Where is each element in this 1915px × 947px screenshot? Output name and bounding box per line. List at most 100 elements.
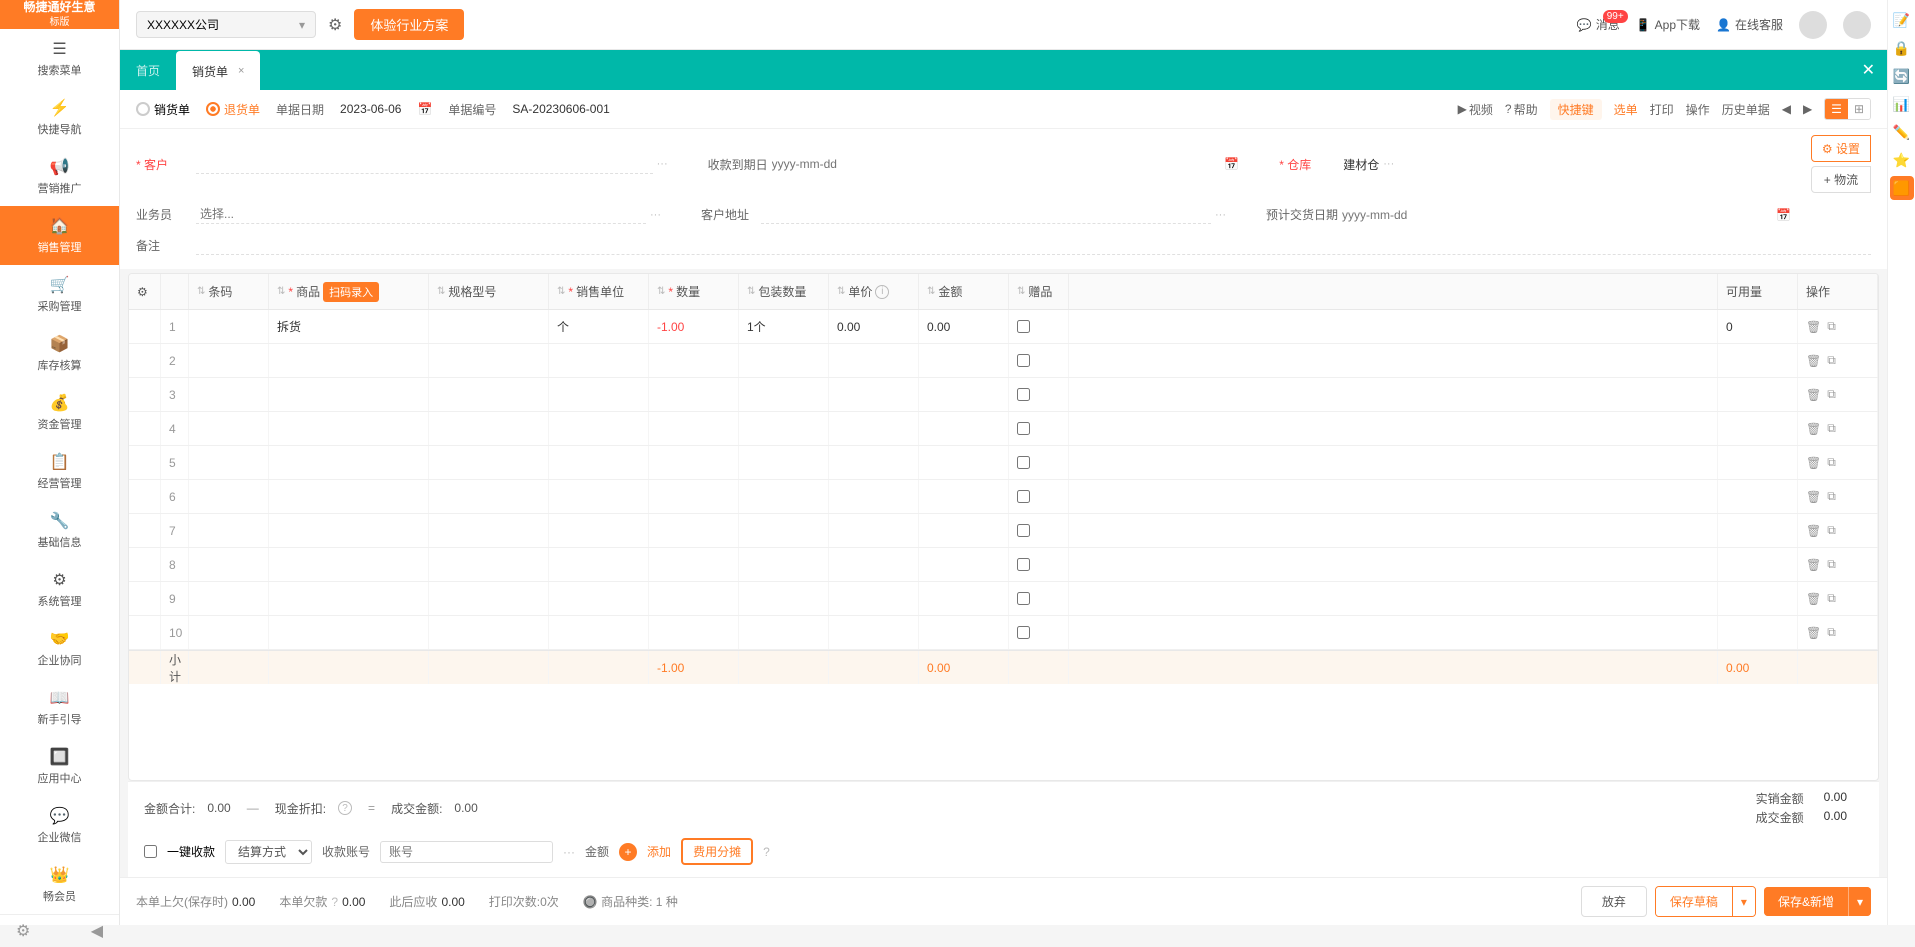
settings-gear-icon[interactable]: ⚙ [328, 15, 342, 35]
prev-btn[interactable]: ◀ [1782, 102, 1791, 116]
sidebar-item-appstore[interactable]: 🔲 应用中心 [0, 737, 119, 796]
sidebar-item-purchase[interactable]: 🛒 采购管理 [0, 265, 119, 324]
th-settings[interactable]: ⚙ [129, 274, 161, 309]
right-panel-icon-1[interactable]: 📝 [1890, 8, 1914, 32]
right-panel-icon-6[interactable]: ⭐ [1890, 148, 1914, 172]
online-service-btn[interactable]: 👤 在线客服 [1716, 16, 1783, 33]
sidebar-item-sales[interactable]: 🏠 销售管理 [0, 206, 119, 265]
history-btn[interactable]: 历史单据 [1722, 101, 1770, 118]
expected-date-input[interactable] [1338, 206, 1772, 224]
user-avatar[interactable] [1799, 11, 1827, 39]
td-gift-1[interactable] [1009, 310, 1069, 343]
payment-help-icon[interactable]: ? [763, 845, 770, 859]
sidebar-item-wechat[interactable]: 💬 企业微信 [0, 796, 119, 855]
sidebar-item-vip[interactable]: 👑 畅会员 [0, 855, 119, 914]
gift-checkbox-1[interactable] [1017, 320, 1030, 333]
abandon-btn[interactable]: 放弃 [1581, 886, 1647, 917]
sidebar-item-guide[interactable]: 📖 新手引导 [0, 678, 119, 737]
balance-help-icon[interactable]: ? [331, 895, 338, 909]
customer-addr-dots[interactable]: ··· [1215, 209, 1226, 221]
copy-icon-2[interactable]: ⧉ [1827, 353, 1836, 368]
list-view-btn[interactable]: ☰ [1825, 99, 1848, 119]
close-all-tabs-btn[interactable]: ✕ [1862, 60, 1887, 80]
settle-method-select[interactable]: 结算方式 [225, 840, 312, 864]
print-btn[interactable]: 打印 [1650, 101, 1674, 118]
draft-btn[interactable]: 保存草稿 [1656, 887, 1732, 916]
fee-split-btn[interactable]: 费用分摊 [681, 838, 753, 865]
td-pkg-1[interactable]: 1个 [739, 310, 829, 343]
tab-close-btn[interactable]: × [238, 65, 244, 77]
due-date-calendar-icon[interactable]: 📅 [1224, 157, 1239, 171]
td-barcode-1[interactable] [189, 310, 269, 343]
sidebar-item-basic[interactable]: 🔧 基础信息 [0, 501, 119, 560]
grid-view-btn[interactable]: ⊞ [1848, 99, 1870, 119]
sidebar-item-marketing[interactable]: 📢 营销推广 [0, 147, 119, 206]
add-payment-btn[interactable]: + [619, 843, 637, 861]
salesperson-dots[interactable]: ··· [650, 209, 661, 221]
sidebar-settings-icon[interactable]: ⚙ [16, 921, 30, 941]
td-spec-1[interactable] [429, 310, 549, 343]
draft-dropdown-btn[interactable]: ▾ [1732, 887, 1755, 916]
sidebar-item-search[interactable]: ☰ 搜索菜单 [0, 29, 119, 88]
customer-addr-input[interactable] [761, 205, 1211, 224]
right-panel-icon-2[interactable]: 🔒 [1890, 36, 1914, 60]
customer-dots[interactable]: ··· [657, 158, 668, 170]
gift-checkbox-3[interactable] [1017, 388, 1030, 401]
gift-checkbox-2[interactable] [1017, 354, 1030, 367]
td-price-1[interactable]: 0.00 [829, 310, 919, 343]
warehouse-dots[interactable]: ··· [1383, 158, 1394, 170]
user-avatar-2[interactable] [1843, 11, 1871, 39]
logistics-btn[interactable]: + 物流+ 物流 [1811, 166, 1871, 193]
td-qty-1[interactable]: -1.00 [649, 310, 739, 343]
salesperson-input[interactable] [196, 205, 646, 224]
product-type-icon[interactable]: 🔘 [583, 895, 598, 909]
customer-input[interactable] [196, 155, 653, 174]
calendar-icon[interactable]: 📅 [417, 102, 432, 116]
sidebar-item-management[interactable]: 📋 经营管理 [0, 442, 119, 501]
next-btn[interactable]: ▶ [1803, 102, 1812, 116]
save-new-dropdown-btn[interactable]: ▾ [1848, 887, 1871, 916]
delete-icon-3[interactable]: 🗑 [1806, 388, 1821, 402]
settings-btn[interactable]: ⚙ ⚙ 设置设置 [1811, 135, 1871, 162]
right-panel-icon-4[interactable]: 📊 [1890, 92, 1914, 116]
td-product-1[interactable]: 拆货 [269, 310, 429, 343]
scan-btn[interactable]: 扫码录入 [323, 282, 379, 302]
payment-dots[interactable]: ··· [563, 845, 575, 859]
radio-sale[interactable]: 销货单 [136, 101, 190, 118]
copy-icon-3[interactable]: ⧉ [1827, 387, 1836, 402]
sidebar-item-inventory[interactable]: 📦 库存核算 [0, 324, 119, 383]
right-panel-icon-5[interactable]: ✏️ [1890, 120, 1914, 144]
one-click-payment-checkbox[interactable] [144, 845, 157, 858]
sidebar-item-quick-nav[interactable]: ⚡ 快捷导航 [0, 88, 119, 147]
trial-btn[interactable]: 体验行业方案 [354, 9, 464, 40]
due-date-input[interactable] [768, 155, 1221, 173]
sidebar-item-system[interactable]: ⚙ 系统管理 [0, 560, 119, 619]
td-amount-1[interactable]: 0.00 [919, 310, 1009, 343]
save-new-btn[interactable]: 保存&新增 [1764, 887, 1848, 916]
tab-home[interactable]: 首页 [120, 50, 176, 90]
app-download-btn[interactable]: 📱 App下载 [1636, 16, 1700, 33]
notes-input[interactable] [196, 236, 1871, 255]
radio-return[interactable]: 退货单 [206, 101, 260, 118]
discount-info-icon[interactable]: ? [338, 801, 352, 815]
right-panel-icon-3[interactable]: 🔄 [1890, 64, 1914, 88]
shortcuts-btn[interactable]: 快捷键 [1550, 99, 1602, 120]
help-btn[interactable]: ? 帮助 [1505, 101, 1538, 118]
sidebar-item-finance[interactable]: 💰 资金管理 [0, 383, 119, 442]
sidebar-item-enterprise[interactable]: 🤝 企业协同 [0, 619, 119, 678]
video-btn[interactable]: ▶ 视频 [1458, 101, 1493, 118]
delete-icon-1[interactable]: 🗑 [1806, 320, 1821, 334]
select-btn[interactable]: 选单 [1614, 101, 1638, 118]
expected-date-calendar-icon[interactable]: 📅 [1776, 208, 1791, 222]
delete-icon-2[interactable]: 🗑 [1806, 354, 1821, 368]
sidebar-collapse-icon[interactable]: ◀ [91, 921, 103, 941]
copy-icon-1[interactable]: ⧉ [1827, 319, 1836, 334]
operate-btn[interactable]: 操作 [1686, 101, 1710, 118]
right-panel-icon-7[interactable]: 🟧 [1890, 176, 1914, 200]
message-btn[interactable]: 💬 消息 99+ [1577, 16, 1620, 33]
tab-sales-order[interactable]: 销货单 × [176, 51, 260, 91]
account-input[interactable] [380, 841, 553, 863]
price-info-icon[interactable]: i [875, 285, 889, 299]
company-select[interactable]: XXXXXX公司 ▾ [136, 11, 316, 38]
td-unit-1[interactable]: 个 [549, 310, 649, 343]
